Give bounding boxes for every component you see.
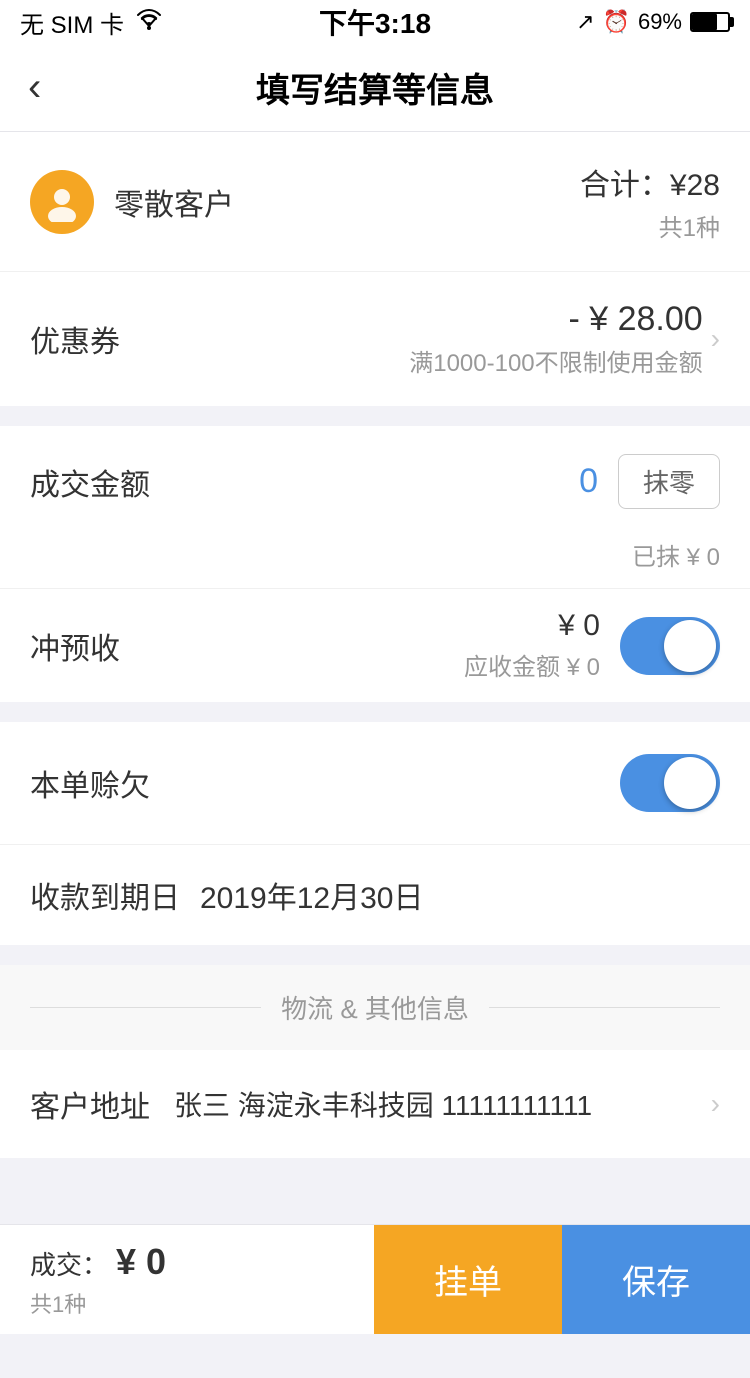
debit-toggle[interactable]: [620, 754, 720, 812]
customer-section: 零散客户 合计：¥28 共1种 优惠券 - ¥ 28.00 满1000-100不…: [0, 132, 750, 406]
logistics-title: 物流 & 其他信息: [261, 989, 489, 1026]
customer-left: 零散客户: [30, 170, 234, 234]
total-count: 共1种: [580, 208, 720, 243]
status-time: 下午3:18: [319, 2, 431, 42]
battery-icon: [690, 12, 730, 32]
customer-avatar: [30, 170, 94, 234]
total-price: 合计：¥28: [580, 160, 720, 204]
save-button[interactable]: 保存: [562, 1225, 750, 1334]
back-button[interactable]: ‹: [28, 65, 41, 110]
coupon-right: - ¥ 28.00 满1000-100不限制使用金额 ›: [409, 300, 720, 378]
due-date-value: 2019年12月30日: [200, 873, 423, 917]
flush-right: ¥ 0 应收金额 ¥ 0: [464, 609, 720, 682]
status-bar: 无 SIM 卡 下午3:18 ↗ ⏰ 69%: [0, 0, 750, 44]
alarm-icon: ⏰: [603, 9, 630, 35]
coupon-amount: - ¥ 28.00: [409, 300, 702, 339]
flush-main-amount: ¥ 0: [464, 609, 600, 643]
debit-label: 本单赊欠: [30, 761, 150, 805]
coupon-label: 优惠券: [30, 317, 120, 361]
deal-sub-text: 已抹 ¥ 0: [0, 537, 750, 588]
due-date-label: 收款到期日: [30, 873, 180, 917]
bottom-deal-amount: ¥ 0: [116, 1241, 166, 1283]
deal-section: 成交金额 0 抹零 已抹 ¥ 0 冲预收 ¥ 0 应收金额 ¥ 0: [0, 426, 750, 702]
battery-text: 69%: [638, 9, 682, 35]
nav-bar: ‹ 填写结算等信息: [0, 44, 750, 132]
flush-row: 冲预收 ¥ 0 应收金额 ¥ 0: [0, 588, 750, 702]
customer-row: 零散客户 合计：¥28 共1种: [0, 132, 750, 271]
bottom-bar: 成交： ¥ 0 共1种 挂单 保存: [0, 1224, 750, 1334]
location-icon: ↗: [576, 9, 594, 35]
status-left: 无 SIM 卡: [20, 5, 164, 40]
status-right: ↗ ⏰ 69%: [576, 9, 730, 35]
logistics-header: 物流 & 其他信息: [0, 965, 750, 1050]
deal-amount: 0: [579, 462, 598, 501]
flush-toggle[interactable]: [620, 617, 720, 675]
coupon-desc: 满1000-100不限制使用金额: [409, 343, 702, 378]
deal-row: 成交金额 0 抹零: [0, 426, 750, 537]
address-chevron-icon: ›: [711, 1088, 720, 1120]
bottom-count: 共1种: [30, 1287, 344, 1319]
due-date-row: 收款到期日 2019年12月30日: [0, 844, 750, 945]
hold-button[interactable]: 挂单: [374, 1225, 562, 1334]
logistics-section: 物流 & 其他信息 客户地址 张三 海淀永丰科技园 11111111111 ›: [0, 965, 750, 1158]
carrier-text: 无 SIM 卡: [20, 5, 124, 40]
customer-summary: 合计：¥28 共1种: [580, 160, 720, 243]
coupon-row[interactable]: 优惠券 - ¥ 28.00 满1000-100不限制使用金额 ›: [0, 271, 750, 406]
debit-section: 本单赊欠 收款到期日 2019年12月30日: [0, 722, 750, 945]
wifi-icon: [134, 8, 164, 37]
bottom-actions: 挂单 保存: [374, 1225, 750, 1334]
logistics-divider-right: [489, 1007, 720, 1008]
debit-toggle-knob: [664, 757, 716, 809]
flush-sub-amount: 应收金额 ¥ 0: [464, 647, 600, 682]
flush-label: 冲预收: [30, 624, 120, 668]
deal-label: 成交金额: [30, 460, 150, 504]
deal-right: 0 抹零: [579, 454, 720, 509]
coupon-chevron-icon: ›: [711, 323, 720, 355]
round-button[interactable]: 抹零: [618, 454, 720, 509]
flush-amounts: ¥ 0 应收金额 ¥ 0: [464, 609, 600, 682]
logistics-divider-left: [30, 1007, 261, 1008]
address-label: 客户地址: [30, 1082, 150, 1126]
address-value: 张三 海淀永丰科技园 11111111111: [174, 1084, 711, 1124]
address-row[interactable]: 客户地址 张三 海淀永丰科技园 11111111111 ›: [0, 1050, 750, 1158]
nav-title: 填写结算等信息: [256, 63, 494, 112]
customer-name: 零散客户: [114, 180, 234, 224]
bottom-info: 成交： ¥ 0 共1种: [0, 1241, 374, 1319]
debit-row: 本单赊欠: [0, 722, 750, 844]
bottom-deal-label: 成交：: [30, 1245, 108, 1282]
toggle-knob: [664, 620, 716, 672]
